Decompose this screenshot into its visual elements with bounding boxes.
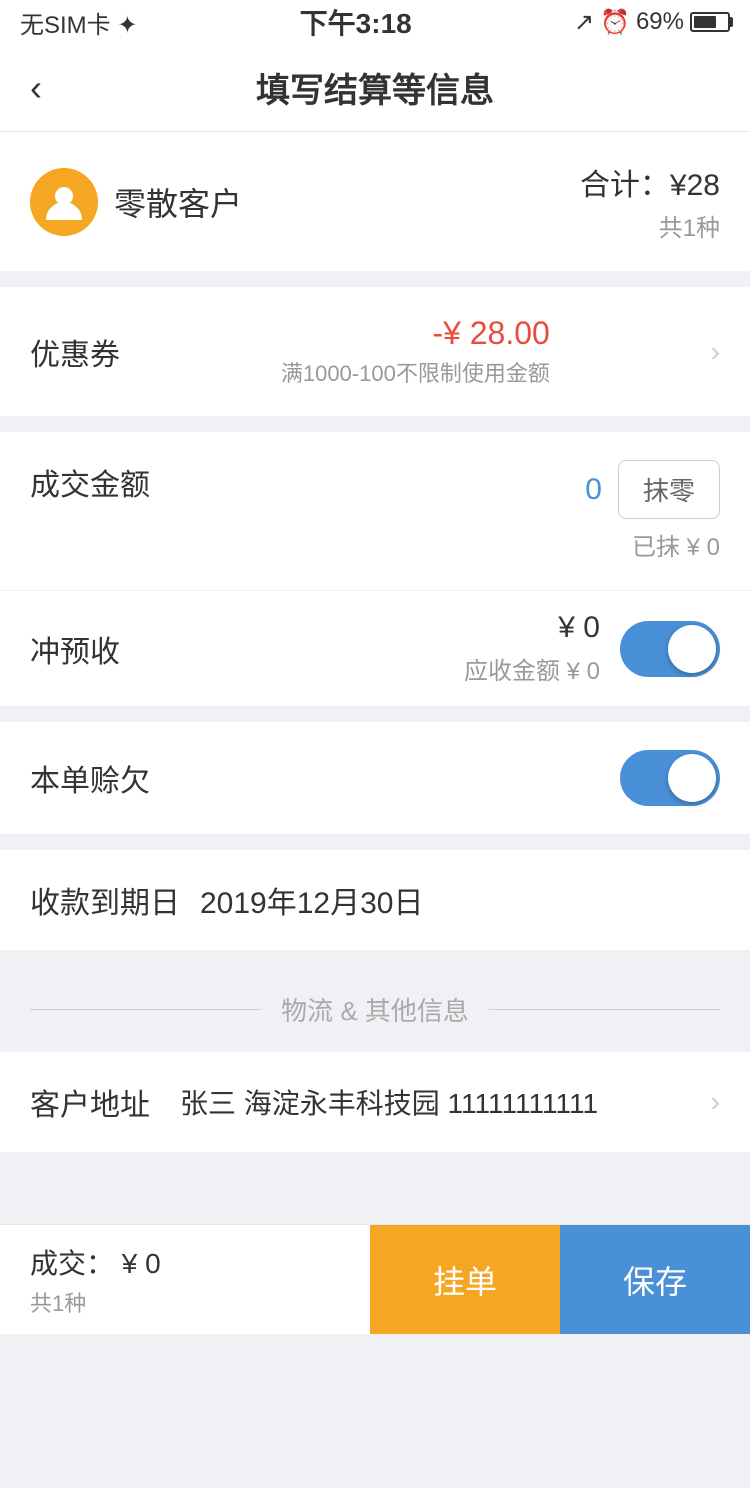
sim-text: 无SIM卡 ✦ bbox=[20, 5, 137, 40]
coupon-desc: 满1000-100不限制使用金额 bbox=[281, 356, 550, 388]
logistics-label: 物流 & 其他信息 bbox=[261, 991, 489, 1028]
due-date-label: 收款到期日 bbox=[30, 878, 180, 922]
deal-amount-row: 成交金额 0 抹零 已抹 ¥ 0 bbox=[0, 432, 750, 591]
status-right: ↗ ⏰ 69% bbox=[574, 8, 730, 37]
address-label: 客户地址 bbox=[30, 1080, 150, 1124]
credit-toggle-knob bbox=[668, 754, 716, 802]
coupon-card: 优惠券 -¥ 28.00 满1000-100不限制使用金额 › bbox=[0, 287, 750, 416]
already-deducted: 已抹 ¥ 0 bbox=[632, 527, 720, 562]
hang-button[interactable]: 挂单 bbox=[370, 1225, 560, 1334]
logistics-divider: 物流 & 其他信息 bbox=[0, 967, 750, 1052]
prepayment-values: ¥ 0 应收金额 ¥ 0 bbox=[464, 611, 600, 686]
prepayment-toggle[interactable] bbox=[620, 621, 720, 677]
deal-amount-top: 0 抹零 bbox=[585, 460, 720, 519]
customer-left: 零散客户 bbox=[30, 168, 242, 236]
deal-amount-right: 0 抹零 已抹 ¥ 0 bbox=[585, 460, 720, 562]
location-icon: ↗ bbox=[574, 8, 594, 37]
coupon-row[interactable]: 优惠券 -¥ 28.00 满1000-100不限制使用金额 › bbox=[0, 287, 750, 416]
total-amount: 合计：¥28 bbox=[580, 160, 720, 204]
mozero-button[interactable]: 抹零 bbox=[618, 460, 720, 519]
prepayment-main: ¥ 0 bbox=[558, 611, 600, 645]
status-bar: 无SIM卡 ✦ 下午3:18 ↗ ⏰ 69% bbox=[0, 0, 750, 44]
coupon-label: 优惠券 bbox=[30, 330, 120, 374]
credit-row: 本单赊欠 bbox=[0, 722, 750, 834]
bottom-bar: 成交： ¥ 0 共1种 挂单 保存 bbox=[0, 1224, 750, 1334]
battery-icon bbox=[690, 12, 730, 32]
deal-amount-label: 成交金额 bbox=[30, 460, 150, 504]
status-time: 下午3:18 bbox=[300, 2, 412, 42]
customer-total: 合计：¥28 共1种 bbox=[580, 160, 720, 243]
total-count: 共1种 bbox=[580, 208, 720, 243]
page-title: 填写结算等信息 bbox=[256, 63, 494, 112]
credit-toggle[interactable] bbox=[620, 750, 720, 806]
amount-section: 成交金额 0 抹零 已抹 ¥ 0 冲预收 ¥ 0 应收金额 ¥ 0 bbox=[0, 432, 750, 706]
due-date-row: 收款到期日 2019年12月30日 bbox=[0, 850, 750, 951]
customer-name: 零散客户 bbox=[114, 179, 242, 225]
prepayment-sub: 应收金额 ¥ 0 bbox=[464, 651, 600, 686]
battery-percent: 69% bbox=[636, 8, 684, 36]
customer-row: 零散客户 合计：¥28 共1种 bbox=[0, 132, 750, 271]
nav-bar: ‹ 填写结算等信息 bbox=[0, 44, 750, 132]
prepayment-label: 冲预收 bbox=[30, 627, 120, 671]
bottom-deal-value: ¥ 0 bbox=[122, 1248, 161, 1279]
coupon-chevron: › bbox=[711, 336, 720, 368]
status-left: 无SIM卡 ✦ bbox=[20, 5, 137, 40]
credit-label: 本单赊欠 bbox=[30, 756, 150, 800]
divider-line-left bbox=[30, 1009, 261, 1010]
address-chevron: › bbox=[711, 1086, 720, 1118]
bottom-deal-label: 成交： bbox=[30, 1248, 114, 1279]
bottom-info: 成交： ¥ 0 共1种 bbox=[0, 1225, 370, 1334]
back-button[interactable]: ‹ bbox=[30, 67, 90, 109]
due-date-value: 2019年12月30日 bbox=[200, 878, 423, 922]
coupon-amount: -¥ 28.00 bbox=[281, 315, 550, 352]
bottom-count: 共1种 bbox=[30, 1286, 340, 1318]
address-row[interactable]: 客户地址 张三 海淀永丰科技园 11111111111 › bbox=[0, 1052, 750, 1152]
save-button[interactable]: 保存 bbox=[560, 1225, 750, 1334]
prepayment-right: ¥ 0 应收金额 ¥ 0 bbox=[464, 611, 720, 686]
alarm-icon: ⏰ bbox=[600, 8, 630, 37]
divider-line-right bbox=[489, 1009, 720, 1010]
toggle-knob bbox=[668, 625, 716, 673]
avatar bbox=[30, 168, 98, 236]
address-value: 张三 海淀永丰科技园 11111111111 bbox=[180, 1082, 691, 1122]
deal-amount-value: 0 bbox=[585, 473, 602, 507]
bottom-deal: 成交： ¥ 0 bbox=[30, 1242, 340, 1282]
coupon-value-block: -¥ 28.00 满1000-100不限制使用金额 bbox=[281, 315, 550, 388]
prepayment-row: 冲预收 ¥ 0 应收金额 ¥ 0 bbox=[0, 591, 750, 706]
